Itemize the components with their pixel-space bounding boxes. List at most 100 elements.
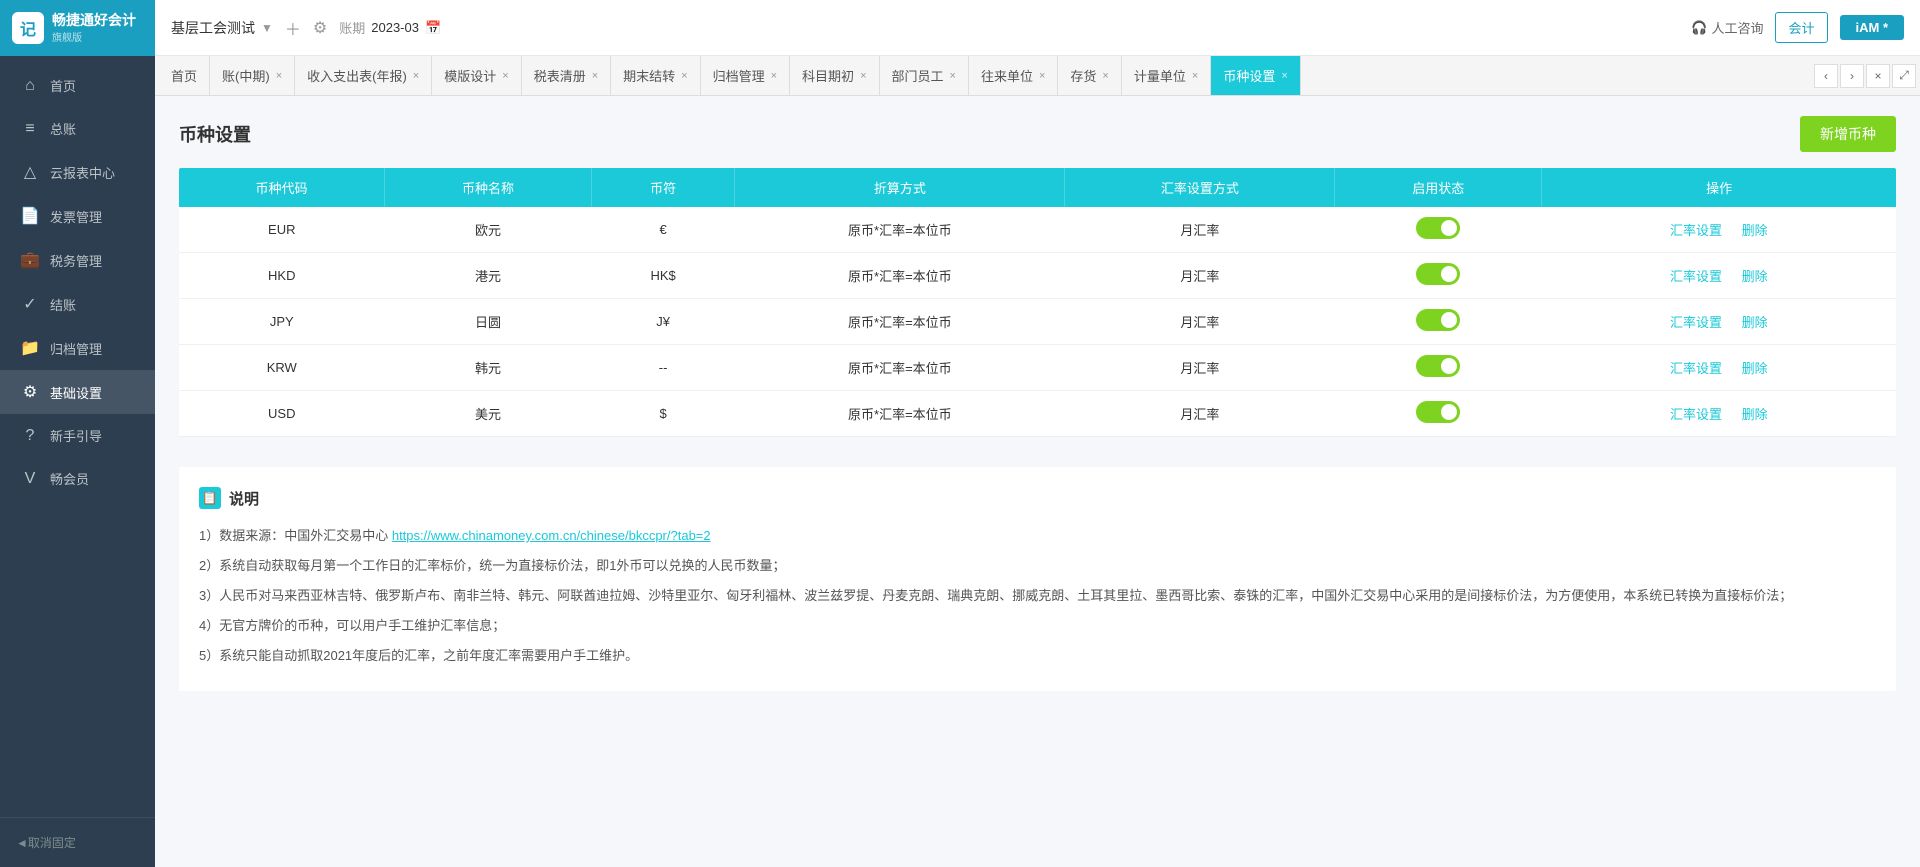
sidebar-item-label: 总账 [50, 119, 76, 138]
sidebar-item-guide[interactable]: ? 新手引导 [0, 414, 155, 457]
sidebar-item-archive[interactable]: 📁 归档管理 [0, 326, 155, 370]
logo-icon: 记 [12, 12, 44, 44]
tab-period-end-close[interactable]: × [681, 70, 687, 82]
tab-currency[interactable]: 币种设置 × [1211, 56, 1300, 96]
tab-income[interactable]: 收入支出表(年报) × [295, 56, 432, 96]
tab-archive-label: 归档管理 [713, 66, 765, 85]
workspace-settings-icon[interactable]: ⚙ [313, 18, 327, 38]
sidebar-item-settings[interactable]: ⚙ 基础设置 [0, 370, 155, 414]
status-toggle[interactable] [1416, 263, 1460, 285]
tab-archive-close[interactable]: × [771, 70, 777, 82]
notes-title: 📋 说明 [199, 487, 1876, 509]
delete-link[interactable]: 删除 [1742, 361, 1768, 376]
sidebar-pin-toggle[interactable]: ◄取消固定 [0, 817, 155, 867]
cell-code: USD [179, 391, 385, 437]
tab-income-close[interactable]: × [413, 70, 419, 82]
status-toggle[interactable] [1416, 355, 1460, 377]
sidebar-item-label: 税务管理 [50, 251, 102, 270]
content-area: 币种设置 新增币种 币种代码 币种名称 币符 折算方式 汇率设置方式 启用状态 … [155, 96, 1920, 867]
tab-measure[interactable]: 计量单位 × [1122, 56, 1211, 96]
delete-link[interactable]: 删除 [1742, 315, 1768, 330]
notes-item: 1）数据来源：中国外汇交易中心 https://www.chinamoney.c… [199, 521, 1876, 551]
cell-status [1335, 207, 1542, 253]
tabs-close-all-button[interactable]: × [1866, 64, 1890, 88]
rate-setting-link[interactable]: 汇率设置 [1670, 269, 1722, 284]
rate-setting-link[interactable]: 汇率设置 [1670, 315, 1722, 330]
guide-icon: ? [20, 427, 40, 445]
cell-calc: 原币*汇率=本位币 [735, 207, 1065, 253]
cell-code: JPY [179, 299, 385, 345]
workspace-selector[interactable]: 基层工会测试 ▼ [171, 18, 273, 38]
tab-subjects-close[interactable]: × [860, 70, 866, 82]
tab-measure-close[interactable]: × [1192, 70, 1198, 82]
rate-setting-link[interactable]: 汇率设置 [1670, 407, 1722, 422]
tabs-prev-button[interactable]: ‹ [1814, 64, 1838, 88]
delete-link[interactable]: 删除 [1742, 223, 1768, 238]
tab-staff-label: 部门员工 [892, 66, 944, 85]
tab-subjects[interactable]: 科目期初 × [790, 56, 879, 96]
sidebar-item-settlement[interactable]: ✓ 结账 [0, 282, 155, 326]
sidebar-item-member[interactable]: V 畅会员 [0, 457, 155, 500]
tab-interim[interactable]: 账(中期) × [210, 56, 295, 96]
tab-inventory-close[interactable]: × [1102, 70, 1108, 82]
sidebar-item-tax[interactable]: 💼 税务管理 [0, 238, 155, 282]
tab-inventory[interactable]: 存货 × [1058, 56, 1121, 96]
status-toggle[interactable] [1416, 401, 1460, 423]
pin-toggle-label: ◄取消固定 [16, 834, 76, 851]
sidebar-item-invoice[interactable]: 📄 发票管理 [0, 194, 155, 238]
cell-symbol: J¥ [591, 299, 735, 345]
tab-staff-close[interactable]: × [950, 70, 956, 82]
add-workspace-button[interactable]: ＋ [285, 16, 301, 40]
tabs-next-button[interactable]: › [1840, 64, 1864, 88]
rate-setting-link[interactable]: 汇率设置 [1670, 361, 1722, 376]
tab-archive[interactable]: 归档管理 × [701, 56, 790, 96]
cell-actions: 汇率设置 删除 [1542, 207, 1896, 253]
settings-icon: ⚙ [20, 382, 40, 402]
iam-button[interactable]: iAM * [1840, 15, 1905, 40]
cell-rate-method: 月汇率 [1065, 253, 1335, 299]
logo-subtitle: 旗舰版 [52, 29, 136, 44]
table-row: JPY 日圆 J¥ 原币*汇率=本位币 月汇率 汇率设置 删除 [179, 299, 1896, 345]
tab-interim-close[interactable]: × [276, 70, 282, 82]
reports-icon: △ [20, 162, 40, 182]
table-row: USD 美元 $ 原币*汇率=本位币 月汇率 汇率设置 删除 [179, 391, 1896, 437]
tab-home[interactable]: 首页 [159, 56, 210, 96]
currency-table: 币种代码 币种名称 币符 折算方式 汇率设置方式 启用状态 操作 EUR 欧元 … [179, 168, 1896, 437]
tab-taxclear-close[interactable]: × [592, 70, 598, 82]
tab-partners[interactable]: 往来单位 × [969, 56, 1058, 96]
cell-rate-method: 月汇率 [1065, 391, 1335, 437]
tabs-bar: 首页 账(中期) × 收入支出表(年报) × 模版设计 × 税表清册 × 期末结… [155, 56, 1920, 96]
delete-link[interactable]: 删除 [1742, 407, 1768, 422]
tab-template-label: 模版设计 [444, 66, 496, 85]
calendar-icon[interactable]: 📅 [425, 20, 441, 36]
notes-link[interactable]: https://www.chinamoney.com.cn/chinese/bk… [392, 528, 711, 543]
tab-template[interactable]: 模版设计 × [432, 56, 521, 96]
settlement-icon: ✓ [20, 294, 40, 314]
sidebar-item-label: 基础设置 [50, 383, 102, 402]
cell-calc: 原币*汇率=本位币 [735, 299, 1065, 345]
tab-period-end[interactable]: 期末结转 × [611, 56, 700, 96]
status-toggle[interactable] [1416, 309, 1460, 331]
rate-setting-link[interactable]: 汇率设置 [1670, 223, 1722, 238]
new-currency-button[interactable]: 新增币种 [1800, 116, 1896, 152]
sidebar-item-home[interactable]: ⌂ 首页 [0, 64, 155, 107]
cell-status [1335, 391, 1542, 437]
tab-partners-close[interactable]: × [1039, 70, 1045, 82]
sidebar: 记 畅捷通好会计 旗舰版 ⌂ 首页 ≡ 总账 △ 云报表中心 📄 发票管理 💼 … [0, 0, 155, 867]
tab-taxclear[interactable]: 税表清册 × [522, 56, 611, 96]
sidebar-logo: 记 畅捷通好会计 旗舰版 [0, 0, 155, 56]
customer-service-button[interactable]: 🎧 人工咨询 [1691, 18, 1763, 37]
cell-rate-method: 月汇率 [1065, 207, 1335, 253]
period-value: 2023-03 [371, 20, 419, 35]
sidebar-nav: ⌂ 首页 ≡ 总账 △ 云报表中心 📄 发票管理 💼 税务管理 ✓ 结账 📁 归… [0, 56, 155, 817]
sidebar-item-reports[interactable]: △ 云报表中心 [0, 150, 155, 194]
account-button[interactable]: 会计 [1775, 12, 1827, 43]
tab-inventory-label: 存货 [1070, 66, 1096, 85]
tab-currency-close[interactable]: × [1281, 70, 1287, 82]
tab-template-close[interactable]: × [502, 70, 508, 82]
tab-staff[interactable]: 部门员工 × [880, 56, 969, 96]
sidebar-item-ledger[interactable]: ≡ 总账 [0, 107, 155, 150]
tabs-maximize-button[interactable]: ⤢ [1892, 64, 1916, 88]
status-toggle[interactable] [1416, 217, 1460, 239]
delete-link[interactable]: 删除 [1742, 269, 1768, 284]
